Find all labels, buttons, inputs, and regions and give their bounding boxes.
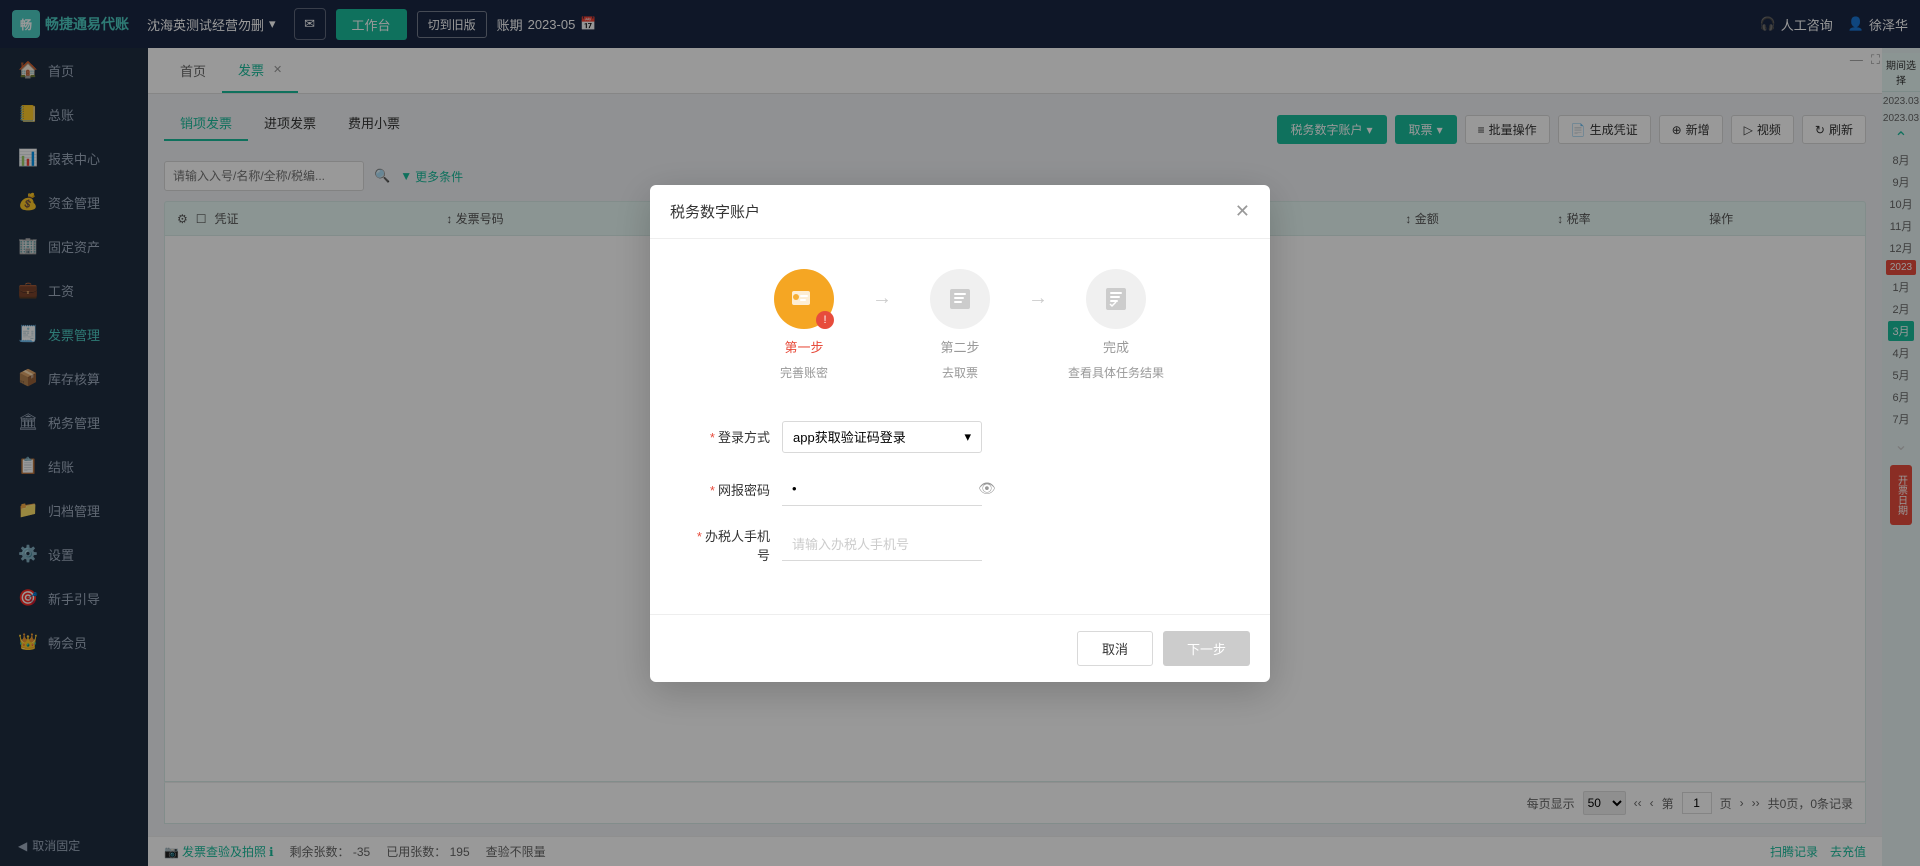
step-3: 完成 查看具体任务结果 — [1056, 269, 1176, 381]
step-3-icon-wrap — [1086, 269, 1146, 329]
next-button[interactable]: 下一步 — [1163, 631, 1250, 666]
phone-input[interactable] — [782, 529, 982, 561]
password-row: 网报密码 👁 — [690, 473, 1230, 506]
step-1-desc: 完善账密 — [780, 364, 828, 381]
step-arrow-2: → — [1020, 287, 1056, 310]
step-1: ! 第一步 完善账密 — [744, 269, 864, 381]
phone-row: 办税人手机号 — [690, 526, 1230, 564]
modal-footer: 取消 下一步 — [650, 614, 1270, 682]
step-2-icon-wrap — [930, 269, 990, 329]
step-3-desc: 查看具体任务结果 — [1068, 364, 1164, 381]
password-field-wrap: 👁 — [782, 473, 982, 506]
login-method-row: 登录方式 app获取验证码登录 ▾ — [690, 421, 1230, 453]
chevron-down-icon: ▾ — [964, 429, 971, 445]
step-2-icon — [930, 269, 990, 329]
password-label: 网报密码 — [690, 480, 770, 499]
step-arrow-1: → — [864, 287, 900, 310]
phone-label: 办税人手机号 — [690, 526, 770, 564]
step-1-title: 第一步 — [784, 337, 823, 356]
step-1-badge: ! — [816, 311, 834, 329]
login-method-select[interactable]: app获取验证码登录 ▾ — [782, 421, 982, 453]
step-1-icon-wrap: ! — [774, 269, 834, 329]
step-2-desc: 去取票 — [942, 364, 978, 381]
steps-indicator: ! 第一步 完善账密 → — [690, 269, 1230, 381]
modal-close-button[interactable]: ✕ — [1235, 201, 1250, 222]
modal-header: 税务数字账户 ✕ — [650, 185, 1270, 239]
toggle-password-icon[interactable]: 👁 — [978, 480, 996, 497]
step-2-title: 第二步 — [940, 337, 979, 356]
tax-account-modal: 税务数字账户 ✕ — [650, 185, 1270, 682]
login-method-label: 登录方式 — [690, 427, 770, 446]
login-method-value: app获取验证码登录 — [793, 427, 906, 446]
modal-title: 税务数字账户 — [670, 201, 760, 222]
cancel-button[interactable]: 取消 — [1077, 631, 1153, 666]
step-3-icon — [1086, 269, 1146, 329]
modal-body: ! 第一步 完善账密 → — [650, 239, 1270, 614]
step-2: 第二步 去取票 — [900, 269, 1020, 381]
step-3-title: 完成 — [1103, 337, 1129, 356]
password-input[interactable] — [782, 473, 978, 505]
modal-overlay[interactable]: 税务数字账户 ✕ — [0, 0, 1920, 866]
